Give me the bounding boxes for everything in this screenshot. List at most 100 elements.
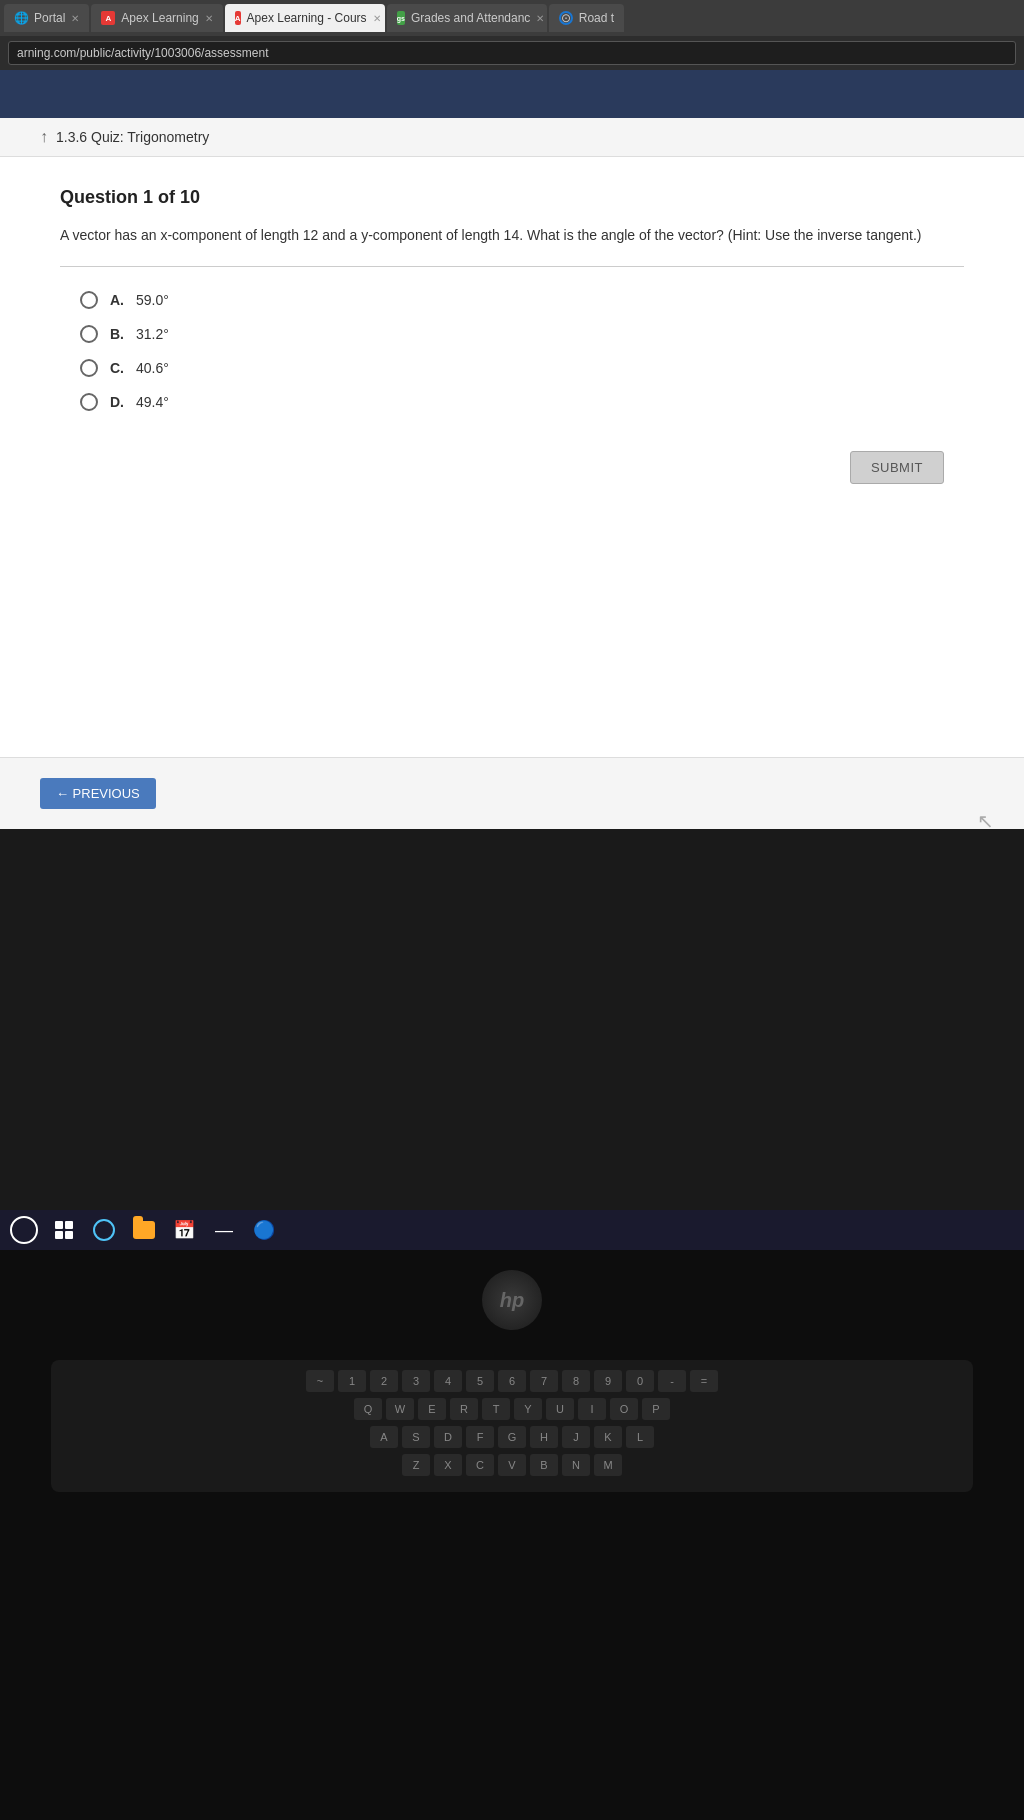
key-v[interactable]: V xyxy=(498,1454,526,1476)
taskbar-extra1[interactable]: — xyxy=(206,1214,242,1246)
tab-apex-course-label: Apex Learning - Cours xyxy=(247,11,367,25)
option-a[interactable]: A. 59.0° xyxy=(80,291,964,309)
option-b-value: 31.2° xyxy=(136,326,169,342)
key-n[interactable]: N xyxy=(562,1454,590,1476)
key-i[interactable]: I xyxy=(578,1398,606,1420)
breadcrumb-back-icon[interactable]: ↑ xyxy=(40,128,48,146)
tab-apex-close[interactable]: ✕ xyxy=(205,13,213,24)
key-h[interactable]: H xyxy=(530,1426,558,1448)
question-text: A vector has an x-component of length 12… xyxy=(60,224,964,246)
keyboard-row-2: Q W E R T Y U I O P xyxy=(61,1398,963,1420)
tab-grades[interactable]: gs Grades and Attendanc ✕ xyxy=(387,4,547,32)
apex-favicon: A xyxy=(101,11,115,25)
key-minus[interactable]: - xyxy=(658,1370,686,1392)
road-favicon: ⊙ xyxy=(559,11,573,25)
key-x[interactable]: X xyxy=(434,1454,462,1476)
answer-options: A. 59.0° B. 31.2° C. 40.6° D. 49.4° xyxy=(60,291,964,411)
tab-apex-label: Apex Learning xyxy=(121,11,198,25)
tab-road[interactable]: ⊙ Road t xyxy=(549,4,624,32)
submit-button[interactable]: SUBMIT xyxy=(850,451,944,484)
key-8[interactable]: 8 xyxy=(562,1370,590,1392)
breadcrumb-text: 1.3.6 Quiz: Trigonometry xyxy=(56,129,209,145)
submit-area: SUBMIT xyxy=(60,451,964,484)
laptop-bottom: hp ~ 1 2 3 4 5 6 7 8 9 0 - = Q W E R T Y… xyxy=(0,1250,1024,1820)
key-5[interactable]: 5 xyxy=(466,1370,494,1392)
browser-icon xyxy=(93,1219,115,1241)
address-bar-row xyxy=(0,36,1024,70)
previous-button[interactable]: ← PREVIOUS xyxy=(40,778,156,809)
folder-icon xyxy=(133,1221,155,1239)
key-g[interactable]: G xyxy=(498,1426,526,1448)
key-s[interactable]: S xyxy=(402,1426,430,1448)
tab-grades-close[interactable]: ✕ xyxy=(536,13,544,24)
key-1[interactable]: 1 xyxy=(338,1370,366,1392)
option-a-value: 59.0° xyxy=(136,292,169,308)
key-b[interactable]: B xyxy=(530,1454,558,1476)
navigation-area: ← PREVIOUS ↖ xyxy=(0,757,1024,829)
key-d[interactable]: D xyxy=(434,1426,462,1448)
apex-course-favicon: A xyxy=(235,11,241,25)
address-bar[interactable] xyxy=(8,41,1016,65)
key-e[interactable]: E xyxy=(418,1398,446,1420)
option-d[interactable]: D. 49.4° xyxy=(80,393,964,411)
option-c-letter: C. xyxy=(110,360,124,376)
minus-icon: — xyxy=(215,1220,233,1241)
grades-favicon: gs xyxy=(397,11,405,25)
taskbar-task-view[interactable] xyxy=(46,1214,82,1246)
taskbar: 📅 — 🔵 xyxy=(0,1210,1024,1250)
hp-logo: hp xyxy=(482,1270,542,1330)
option-c[interactable]: C. 40.6° xyxy=(80,359,964,377)
key-u[interactable]: U xyxy=(546,1398,574,1420)
key-r[interactable]: R xyxy=(450,1398,478,1420)
key-w[interactable]: W xyxy=(386,1398,414,1420)
taskbar-calendar[interactable]: 📅 xyxy=(166,1214,202,1246)
key-k[interactable]: K xyxy=(594,1426,622,1448)
browser-chrome: 🌐 Portal ✕ A Apex Learning ✕ A Apex Lear… xyxy=(0,0,1024,70)
key-4[interactable]: 4 xyxy=(434,1370,462,1392)
tab-apex[interactable]: A Apex Learning ✕ xyxy=(91,4,222,32)
key-9[interactable]: 9 xyxy=(594,1370,622,1392)
key-y[interactable]: Y xyxy=(514,1398,542,1420)
keyboard-row-3: A S D F G H J K L xyxy=(61,1426,963,1448)
radio-c[interactable] xyxy=(80,359,98,377)
keyboard: ~ 1 2 3 4 5 6 7 8 9 0 - = Q W E R T Y U … xyxy=(51,1360,973,1492)
key-m[interactable]: M xyxy=(594,1454,622,1476)
taskbar-file-explorer[interactable] xyxy=(126,1214,162,1246)
key-tilde[interactable]: ~ xyxy=(306,1370,334,1392)
tab-apex-course[interactable]: A Apex Learning - Cours ✕ xyxy=(225,4,385,32)
key-z[interactable]: Z xyxy=(402,1454,430,1476)
key-t[interactable]: T xyxy=(482,1398,510,1420)
taskbar-chrome[interactable]: 🔵 xyxy=(246,1214,282,1246)
key-7[interactable]: 7 xyxy=(530,1370,558,1392)
key-c[interactable]: C xyxy=(466,1454,494,1476)
taskbar-start-button[interactable] xyxy=(6,1214,42,1246)
option-c-value: 40.6° xyxy=(136,360,169,376)
option-a-letter: A. xyxy=(110,292,124,308)
key-q[interactable]: Q xyxy=(354,1398,382,1420)
option-b[interactable]: B. 31.2° xyxy=(80,325,964,343)
key-2[interactable]: 2 xyxy=(370,1370,398,1392)
key-p[interactable]: P xyxy=(642,1398,670,1420)
key-l[interactable]: L xyxy=(626,1426,654,1448)
tab-apex-course-close[interactable]: ✕ xyxy=(373,13,381,24)
key-o[interactable]: O xyxy=(610,1398,638,1420)
radio-b[interactable] xyxy=(80,325,98,343)
tab-bar: 🌐 Portal ✕ A Apex Learning ✕ A Apex Lear… xyxy=(0,0,1024,36)
tab-portal[interactable]: 🌐 Portal ✕ xyxy=(4,4,89,32)
taskbar-browser[interactable] xyxy=(86,1214,122,1246)
chrome-icon: 🔵 xyxy=(253,1219,275,1241)
key-6[interactable]: 6 xyxy=(498,1370,526,1392)
key-j[interactable]: J xyxy=(562,1426,590,1448)
radio-d[interactable] xyxy=(80,393,98,411)
tab-portal-close[interactable]: ✕ xyxy=(71,13,79,24)
key-0[interactable]: 0 xyxy=(626,1370,654,1392)
key-f[interactable]: F xyxy=(466,1426,494,1448)
tab-portal-label: Portal xyxy=(34,11,65,25)
tab-road-label: Road t xyxy=(579,11,614,25)
key-equals[interactable]: = xyxy=(690,1370,718,1392)
key-a[interactable]: A xyxy=(370,1426,398,1448)
radio-a[interactable] xyxy=(80,291,98,309)
windows-start-icon xyxy=(10,1216,38,1244)
key-3[interactable]: 3 xyxy=(402,1370,430,1392)
question-label: Question 1 of 10 xyxy=(60,187,964,208)
